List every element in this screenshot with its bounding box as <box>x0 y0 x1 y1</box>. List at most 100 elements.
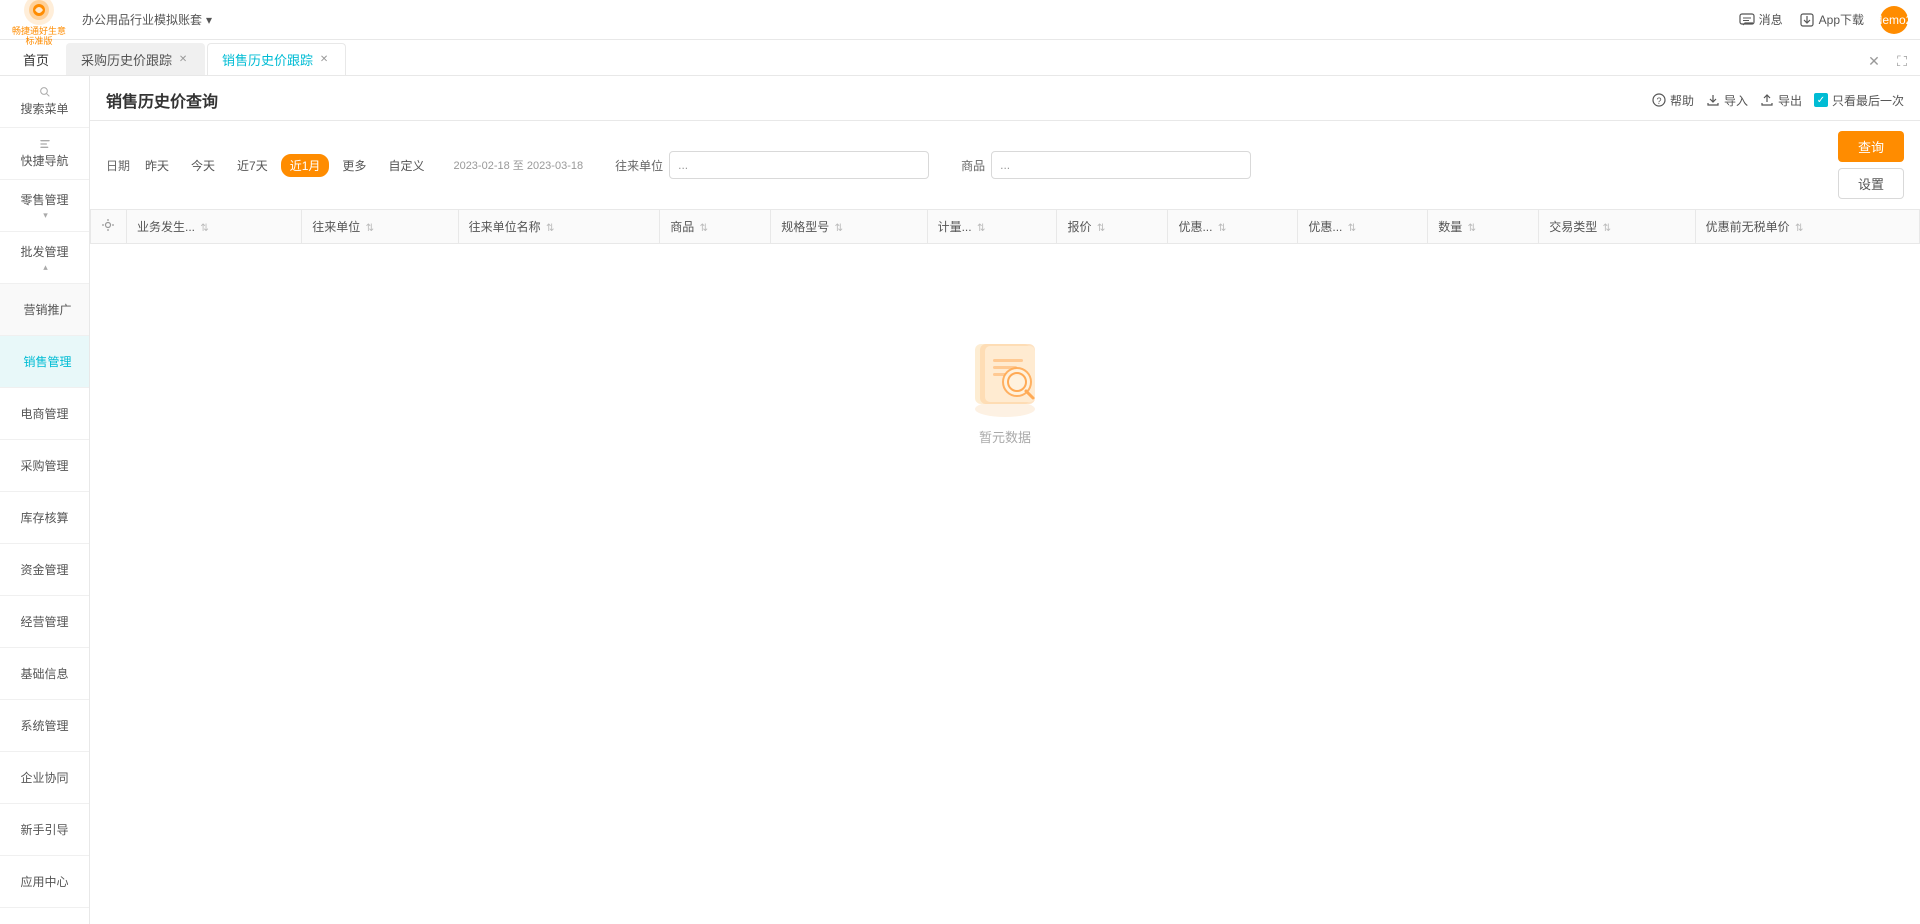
message-action[interactable]: 消息 <box>1739 11 1783 28</box>
tab-sales-close-icon[interactable]: ✕ <box>317 53 331 67</box>
sidebar-item-basic-info[interactable]: 基础信息 <box>0 648 89 700</box>
tab-home[interactable]: 首页 <box>8 43 64 75</box>
export-icon <box>1760 93 1774 107</box>
col-trade-type-label: 交易类型 <box>1549 220 1597 234</box>
col-spec[interactable]: 规格型号 ⇅ <box>771 210 927 244</box>
sidebar-item-ecommerce[interactable]: 电商管理 <box>0 388 89 440</box>
search-icon <box>36 86 54 98</box>
col-discount2[interactable]: 优惠... ⇅ <box>1298 210 1428 244</box>
logo-area: 畅捷通好生意 标准版 办公用品行业模拟账套 ▾ <box>12 0 220 46</box>
import-icon <box>1706 93 1720 107</box>
col-product[interactable]: 商品 ⇅ <box>660 210 771 244</box>
col-pre-tax-price[interactable]: 优惠前无税单价 ⇅ <box>1695 210 1919 244</box>
help-btn[interactable]: ? 帮助 <box>1652 92 1694 109</box>
tab-bar: 首页 采购历史价跟踪 ✕ 销售历史价跟踪 ✕ ✕ ⛶ <box>0 40 1920 76</box>
col-trade-type[interactable]: 交易类型 ⇅ <box>1539 210 1695 244</box>
date-btn-last1m[interactable]: 近1月 <box>281 154 330 177</box>
sort-icon-4: ⇅ <box>700 223 708 234</box>
sort-icon-8: ⇅ <box>1218 223 1226 234</box>
sidebar-item-app-center[interactable]: 应用中心 <box>0 856 89 908</box>
export-btn[interactable]: 导出 <box>1760 92 1802 109</box>
col-quote-price[interactable]: 报价 ⇅ <box>1057 210 1168 244</box>
sidebar-item-wholesale-mgmt[interactable]: 批发管理 ▴ <box>0 232 89 284</box>
col-pre-tax-price-label: 优惠前无税单价 <box>1706 220 1790 234</box>
col-unit-label: 计量... <box>938 220 972 234</box>
sidebar-item-operations[interactable]: 经营管理 <box>0 596 89 648</box>
app-download-icon <box>1799 12 1815 28</box>
page-container: 销售历史价查询 ? 帮助 <box>90 76 1920 924</box>
col-product-label: 商品 <box>670 220 694 234</box>
sort-icon-12: ⇅ <box>1795 223 1803 234</box>
query-button[interactable]: 查询 <box>1838 131 1904 162</box>
col-quantity-label: 数量 <box>1438 220 1462 234</box>
partner-input[interactable]: ... <box>669 151 929 179</box>
sidebar-item-purchase-mgmt[interactable]: 采购管理 <box>0 440 89 492</box>
tab-purchase-close-icon[interactable]: ✕ <box>176 53 190 67</box>
layout: 搜索菜单 快捷导航 零售管理 ▾ 批发管理 ▴ 营销推广 销售管理 电商管理 <box>0 76 1920 924</box>
sort-icon-11: ⇅ <box>1603 223 1611 234</box>
date-btn-custom[interactable]: 自定义 <box>379 154 433 177</box>
empty-text: 暂元数据 <box>979 427 1031 446</box>
sidebar: 搜索菜单 快捷导航 零售管理 ▾ 批发管理 ▴ 营销推广 销售管理 电商管理 <box>0 76 90 924</box>
col-quantity[interactable]: 数量 ⇅ <box>1428 210 1539 244</box>
sidebar-item-inventory[interactable]: 库存核算 <box>0 492 89 544</box>
sidebar-item-quick-nav[interactable]: 快捷导航 <box>0 128 89 180</box>
sidebar-item-marketing-label: 营销推广 <box>23 301 71 318</box>
user-avatar[interactable]: demo2 <box>1880 6 1908 34</box>
tab-close-all-btn[interactable]: ✕ <box>1864 51 1884 71</box>
date-btn-today[interactable]: 今天 <box>182 154 224 177</box>
sidebar-item-marketing[interactable]: 营销推广 <box>0 284 89 336</box>
sidebar-item-search-menu[interactable]: 搜索菜单 <box>0 76 89 128</box>
quick-nav-icon <box>36 138 54 150</box>
product-input[interactable]: ... <box>991 151 1251 179</box>
tab-sales-label: 销售历史价跟踪 <box>222 50 313 69</box>
col-business-date[interactable]: 业务发生... ⇅ <box>127 210 302 244</box>
sidebar-item-sales-mgmt[interactable]: 销售管理 <box>0 336 89 388</box>
sidebar-item-operations-label: 经营管理 <box>20 613 68 630</box>
sort-icon-2: ⇅ <box>366 223 374 234</box>
date-btn-yesterday[interactable]: 昨天 <box>136 154 178 177</box>
main-content: 销售历史价查询 ? 帮助 <box>90 76 1920 924</box>
sidebar-item-finance[interactable]: 资金管理 <box>0 544 89 596</box>
sidebar-item-basic-info-label: 基础信息 <box>20 665 68 682</box>
tab-fullscreen-btn[interactable]: ⛶ <box>1892 51 1912 71</box>
import-label: 导入 <box>1724 92 1748 109</box>
sidebar-item-system[interactable]: 系统管理 <box>0 700 89 752</box>
partner-input-placeholder: ... <box>678 158 688 172</box>
app-download-action[interactable]: App下载 <box>1799 11 1864 28</box>
sidebar-item-sales-mgmt-label: 销售管理 <box>23 353 71 370</box>
col-discount1[interactable]: 优惠... ⇅ <box>1168 210 1298 244</box>
col-business-date-label: 业务发生... <box>137 220 195 234</box>
import-btn[interactable]: 导入 <box>1706 92 1748 109</box>
tab-sales-history[interactable]: 销售历史价跟踪 ✕ <box>207 43 346 75</box>
date-range-display: 2023-02-18 至 2023-03-18 <box>445 157 583 173</box>
col-unit[interactable]: 计量... ⇅ <box>927 210 1057 244</box>
date-btn-more[interactable]: 更多 <box>333 154 375 177</box>
sidebar-item-enterprise-agreement[interactable]: 企业协同 <box>0 752 89 804</box>
sidebar-item-app-center-label: 应用中心 <box>20 873 68 890</box>
workspace-selector[interactable]: 办公用品行业模拟账套 ▾ <box>74 7 220 32</box>
app-sub-text: 标准版 <box>26 37 53 46</box>
date-btn-last7[interactable]: 近7天 <box>228 154 277 177</box>
col-partner-name[interactable]: 往来单位名称 ⇅ <box>458 210 660 244</box>
tab-bar-actions: ✕ ⛶ <box>1864 51 1912 75</box>
tab-purchase-label: 采购历史价跟踪 <box>81 50 172 69</box>
sort-icon-7: ⇅ <box>1097 223 1105 234</box>
sidebar-item-system-label: 系统管理 <box>20 717 68 734</box>
sidebar-item-retail-mgmt[interactable]: 零售管理 ▾ <box>0 180 89 232</box>
settings-button[interactable]: 设置 <box>1838 168 1904 199</box>
col-partner-code[interactable]: 往来单位 ⇅ <box>302 210 458 244</box>
sidebar-item-enterprise-wechat[interactable]: 企业微信 <box>0 908 89 924</box>
col-discount1-label: 优惠... <box>1178 220 1212 234</box>
col-settings[interactable] <box>91 210 127 244</box>
date-label: 日期 <box>106 157 130 174</box>
tab-purchase-history[interactable]: 采购历史价跟踪 ✕ <box>66 43 205 75</box>
sidebar-item-search-menu-label: 搜索菜单 <box>20 100 68 117</box>
wholesale-mgmt-arrow-icon: ▴ <box>43 262 48 273</box>
sidebar-item-new-guide-label: 新手引导 <box>20 821 68 838</box>
col-discount2-label: 优惠... <box>1308 220 1342 234</box>
col-partner-code-label: 往来单位 <box>312 220 360 234</box>
only-last-checkbox[interactable]: ✓ 只看最后一次 <box>1814 92 1904 109</box>
sidebar-item-new-guide[interactable]: 新手引导 <box>0 804 89 856</box>
workspace-name: 办公用品行业模拟账套 <box>82 11 202 28</box>
